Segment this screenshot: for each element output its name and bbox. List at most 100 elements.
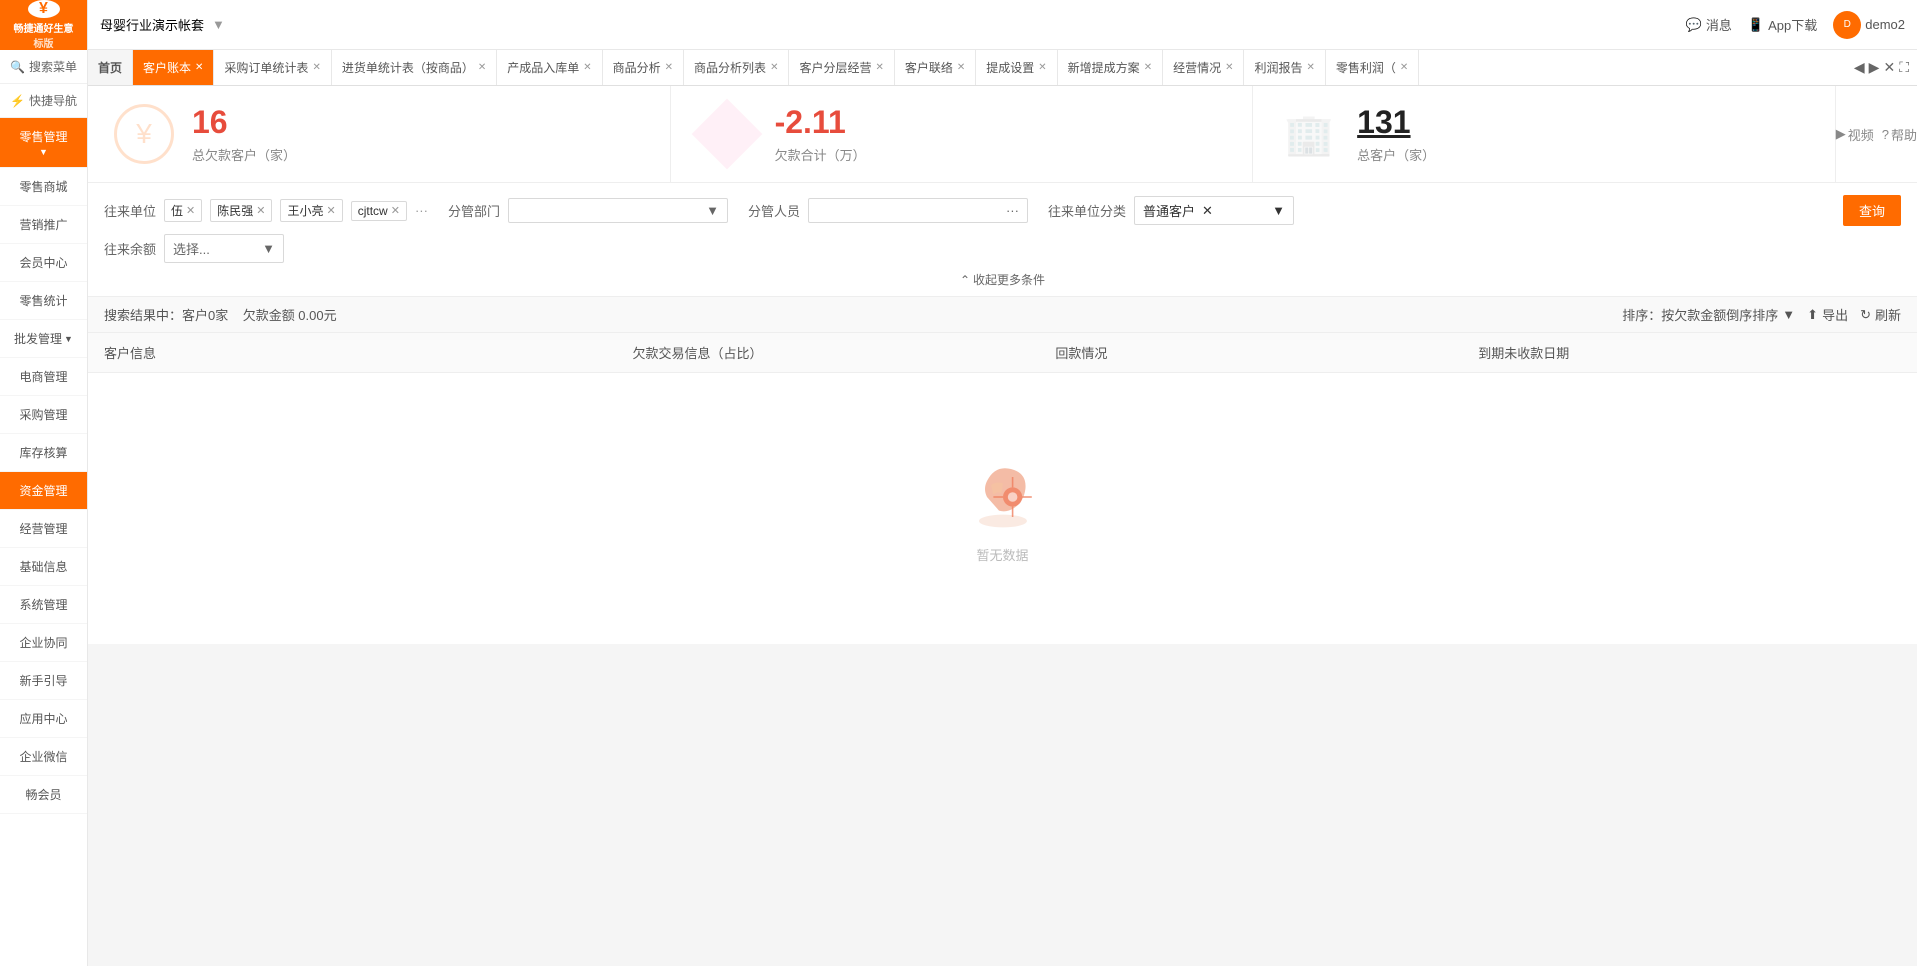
refresh-button[interactable]: ↻ 刷新 — [1860, 305, 1901, 324]
tab-customer-book[interactable]: 客户账本 ✕ — [133, 50, 214, 86]
filter-tag-wang-close[interactable]: ✕ — [327, 204, 336, 217]
tab-profit-report-label: 利润报告 — [1254, 59, 1302, 76]
sidebar-item-retail[interactable]: 零售管理 ▼ — [0, 118, 87, 168]
sidebar-item-inventory[interactable]: 库存核算 — [0, 434, 87, 472]
close-icon-product-analysis[interactable]: ✕ — [665, 62, 673, 73]
filter-dept-select[interactable]: ▼ — [508, 198, 728, 223]
close-icon-retail-profit[interactable]: ✕ — [1400, 62, 1408, 73]
tab-next-icon[interactable]: ▶ — [1869, 59, 1880, 76]
help-button[interactable]: ? 帮助 — [1882, 86, 1917, 182]
tab-home[interactable]: 首页 — [88, 50, 133, 86]
sidebar: ¥ 畅捷通好生意 标版 🔍 搜索菜单 ⚡ 快捷导航 零售管理 ▼ 零售商城 营销… — [0, 0, 88, 966]
sidebar-item-retail-stats[interactable]: 零售统计 — [0, 282, 87, 320]
video-button[interactable]: ▶ 视频 — [1836, 86, 1874, 182]
sidebar-search[interactable]: 🔍 搜索菜单 — [0, 50, 87, 84]
stat-value-total[interactable]: 131 — [1357, 104, 1435, 141]
sidebar-item-newbie[interactable]: 新手引导 — [0, 662, 87, 700]
close-icon-customer-segment[interactable]: ✕ — [875, 62, 883, 73]
close-icon-operations[interactable]: ✕ — [1225, 62, 1233, 73]
stat-info-debt: -2.11 欠款合计（万） — [775, 104, 866, 164]
sidebar-item-business[interactable]: 经营管理 — [0, 510, 87, 548]
export-button[interactable]: ⬆ 导出 — [1807, 305, 1848, 324]
sidebar-logo: ¥ 畅捷通好生意 标版 — [0, 0, 87, 50]
result-sort[interactable]: 排序：按欠款金额倒序排序 ▼ — [1622, 305, 1795, 324]
stat-icon-diamond — [695, 102, 759, 166]
filter-person-select[interactable]: ··· — [808, 198, 1028, 223]
sidebar-item-retail-mall[interactable]: 零售商城 — [0, 168, 87, 206]
filter-edit-btn[interactable]: ··· — [1006, 203, 1019, 218]
sidebar-item-member[interactable]: 会员中心 — [0, 244, 87, 282]
message-icon: 💬 — [1686, 17, 1702, 33]
filter-tag-wu-close[interactable]: ✕ — [186, 204, 195, 217]
app-download-button[interactable]: 📱 App下载 — [1748, 15, 1817, 34]
tab-purchase-stats[interactable]: 进货单统计表（按商品） ✕ — [332, 50, 497, 86]
tab-operations[interactable]: 经营情况 ✕ — [1163, 50, 1244, 86]
filter-category-select[interactable]: 普通客户 ✕ ▼ — [1134, 196, 1294, 225]
tab-profit-report[interactable]: 利润报告 ✕ — [1244, 50, 1325, 86]
close-icon-new-promotion[interactable]: ✕ — [1144, 62, 1152, 73]
tab-retail-profit[interactable]: 零售利润（ ✕ — [1326, 50, 1419, 86]
sidebar-item-marketing[interactable]: 营销推广 — [0, 206, 87, 244]
close-icon-profit-report[interactable]: ✕ — [1307, 62, 1315, 73]
query-button[interactable]: 查询 — [1843, 195, 1901, 226]
sidebar-item-business-label: 经营管理 — [19, 520, 67, 537]
filter-tag-wu-text: 伍 — [171, 202, 183, 219]
tab-controls: ◀ ▶ ✕ ⛶ — [1846, 59, 1917, 76]
close-icon-product-analysis-list[interactable]: ✕ — [770, 62, 778, 73]
tab-purchase-order[interactable]: 采购订单统计表 ✕ — [214, 50, 331, 86]
sidebar-item-finance-label: 资金管理 — [19, 482, 67, 499]
sidebar-item-enterprise[interactable]: 企业协同 — [0, 624, 87, 662]
sidebar-item-purchase[interactable]: 采购管理 — [0, 396, 87, 434]
filter-tag-chen: 陈民强 ✕ — [210, 199, 272, 222]
search-icon: 🔍 — [10, 60, 25, 74]
tab-close-all-icon[interactable]: ✕ — [1883, 59, 1895, 76]
close-icon-customer-book[interactable]: ✕ — [195, 62, 203, 73]
stat-info-total: 131 总客户（家） — [1357, 104, 1435, 164]
main-area: 母婴行业演示帐套 ▼ 💬 消息 📱 App下载 D demo2 首页 — [88, 0, 1917, 966]
filter-tag-cjttcw-close[interactable]: ✕ — [391, 204, 400, 217]
close-icon-purchase-order[interactable]: ✕ — [312, 62, 320, 73]
sidebar-item-newbie-label: 新手引导 — [19, 672, 67, 689]
empty-text: 暂无数据 — [976, 545, 1028, 564]
filter-tag-chen-close[interactable]: ✕ — [256, 204, 265, 217]
sidebar-quick-nav[interactable]: ⚡ 快捷导航 — [0, 84, 87, 118]
tab-customer-segment[interactable]: 客户分层经营 ✕ — [789, 50, 894, 86]
filter-more-btn[interactable]: ··· — [415, 203, 428, 218]
tab-promotion-settings[interactable]: 提成设置 ✕ — [976, 50, 1057, 86]
close-icon-promotion-settings[interactable]: ✕ — [1038, 62, 1046, 73]
tab-product-analysis[interactable]: 商品分析 ✕ — [603, 50, 684, 86]
sidebar-search-label: 搜索菜单 — [29, 58, 77, 75]
sidebar-item-system[interactable]: 系统管理 — [0, 586, 87, 624]
tab-customer-contact[interactable]: 客户联络 ✕ — [895, 50, 976, 86]
sidebar-item-basic[interactable]: 基础信息 — [0, 548, 87, 586]
page-content: ¥ 16 总欠款客户（家） -2.11 欠款合计（万） — [88, 86, 1917, 966]
sidebar-item-wholesale[interactable]: 批发管理 ▼ — [0, 320, 87, 358]
sidebar-item-vip[interactable]: 畅会员 — [0, 776, 87, 814]
filter-category-value: 普通客户 — [1143, 201, 1195, 220]
collapse-button[interactable]: ⌃ 收起更多条件 — [960, 271, 1045, 288]
filter-category-close[interactable]: ✕ — [1202, 203, 1213, 219]
filter-tag-cjttcw-text: cjttcw — [358, 204, 388, 218]
sidebar-item-ecommerce[interactable]: 电商管理 — [0, 358, 87, 396]
chevron-down-dept: ▼ — [706, 203, 719, 218]
quick-nav-icon: ⚡ — [10, 94, 25, 108]
filter-tag-wang: 王小亮 ✕ — [280, 199, 342, 222]
messages-button[interactable]: 💬 消息 — [1686, 15, 1732, 34]
tab-product-inbound[interactable]: 产成品入库单 ✕ — [497, 50, 602, 86]
sidebar-item-enterprise-wechat[interactable]: 企业微信 — [0, 738, 87, 776]
sidebar-item-app-center[interactable]: 应用中心 — [0, 700, 87, 738]
close-icon-product-inbound[interactable]: ✕ — [583, 62, 591, 73]
filter-balance-select[interactable]: 选择... ▼ — [164, 234, 284, 263]
tab-product-analysis-list[interactable]: 商品分析列表 ✕ — [684, 50, 789, 86]
tab-expand-icon[interactable]: ⛶ — [1899, 59, 1909, 76]
tab-new-promotion-label: 新增提成方案 — [1068, 59, 1140, 76]
tab-new-promotion[interactable]: 新增提成方案 ✕ — [1058, 50, 1163, 86]
close-icon-customer-contact[interactable]: ✕ — [957, 62, 965, 73]
tab-prev-icon[interactable]: ◀ — [1854, 59, 1865, 76]
user-menu[interactable]: D demo2 — [1833, 11, 1905, 39]
logo-text: 畅捷通好生意 — [14, 20, 74, 35]
video-icon: ▶ — [1836, 126, 1846, 142]
topbar-dropdown-arrow[interactable]: ▼ — [212, 17, 225, 32]
sidebar-item-finance[interactable]: 资金管理 — [0, 472, 87, 510]
close-icon-purchase-stats[interactable]: ✕ — [478, 62, 486, 73]
